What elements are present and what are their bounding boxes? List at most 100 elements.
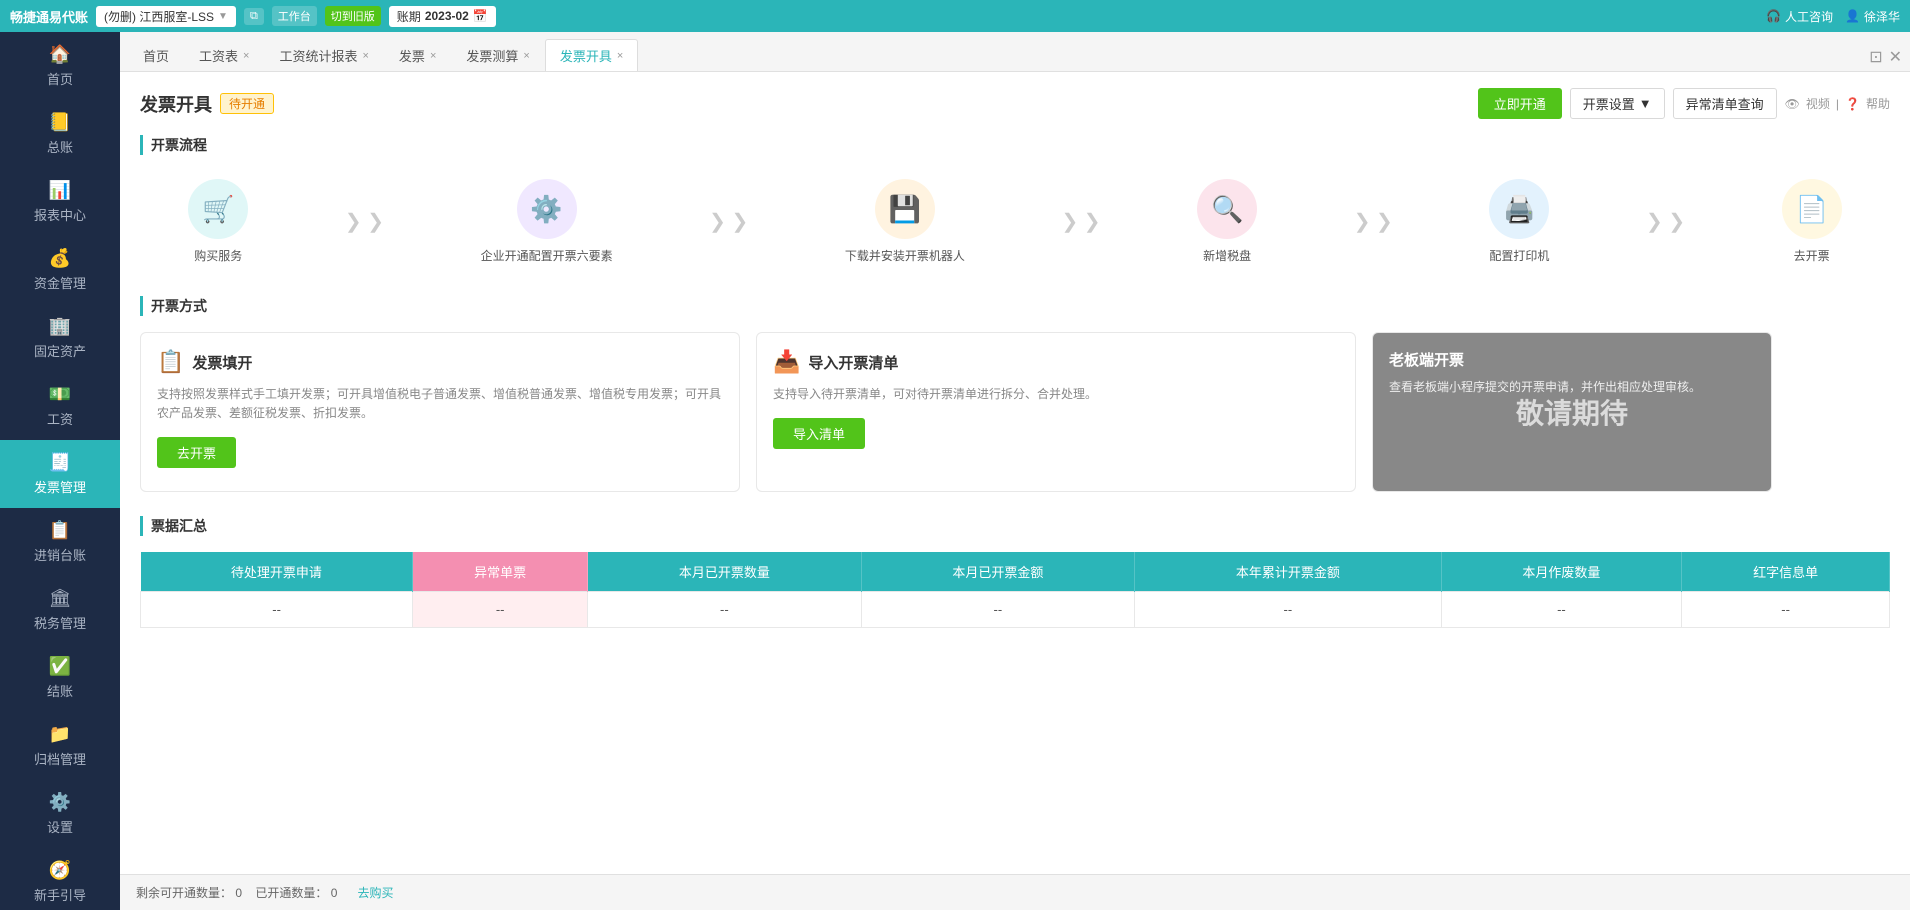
top-bar-right: 🎧 人工咨询 👤 徐泽华	[1766, 8, 1900, 25]
flow-step-buy: 🛒 购买服务	[188, 179, 248, 264]
col-red-info: 红字信息单	[1682, 552, 1890, 592]
col-month-count: 本月已开票数量	[588, 552, 862, 592]
sidebar-item-guide[interactable]: 🧭 新手引导	[0, 848, 120, 910]
tab-invoice-calc[interactable]: 发票测算 ×	[451, 39, 544, 71]
sidebar-label-purchase: 进销台账	[34, 545, 86, 564]
calendar-icon[interactable]: 📅	[473, 9, 488, 23]
view-label[interactable]: 视频	[1806, 95, 1830, 112]
tab-bar-actions: ⊡ ✕	[1869, 47, 1902, 71]
cell-pending: --	[141, 592, 413, 628]
billing-card-boss: 老板端开票 查看老板端小程序提交的开票申请，并作出相应处理审核。 敬请期待	[1372, 332, 1772, 492]
config-label: 企业开通配置开票六要素	[481, 247, 613, 264]
tab-salary[interactable]: 工资表 ×	[184, 39, 264, 71]
remaining-value: 0	[235, 886, 242, 900]
copy-icon-button[interactable]: ⧉	[244, 8, 264, 25]
sidebar-item-payroll[interactable]: 💵 工资	[0, 372, 120, 440]
eye-icon: 👁	[1785, 97, 1800, 111]
sidebar-item-capital[interactable]: 💰 资金管理	[0, 236, 120, 304]
sidebar-item-archive[interactable]: 📁 归档管理	[0, 712, 120, 780]
invoice-icon: 🧾	[49, 452, 71, 473]
open-now-button[interactable]: 立即开通	[1478, 88, 1562, 119]
archive-icon: 📁	[49, 724, 71, 745]
header-actions: 立即开通 开票设置 ▼ 异常清单查询 👁 视频 | ❓ 帮助	[1478, 88, 1890, 119]
flow-step-config: ⚙️ 企业开通配置开票六要素	[481, 179, 613, 264]
top-bar: 畅捷通易代账 (勿删) 江西服室-LSS ▼ ⧉ 工作台 切到旧版 账期 202…	[0, 0, 1910, 32]
guide-icon: 🧭	[49, 860, 71, 881]
sidebar-item-tax[interactable]: 🏛 税务管理	[0, 576, 120, 644]
sidebar-label-capital: 资金管理	[34, 273, 86, 292]
help-label[interactable]: 帮助	[1866, 95, 1890, 112]
opened-value: 0	[331, 886, 338, 900]
printer-icon: 🖨️	[1489, 179, 1549, 239]
tax-icon: 🏛	[49, 588, 72, 609]
go-open-ticket-button[interactable]: 去开票	[157, 437, 236, 468]
sidebar-item-ledger[interactable]: 📒 总账	[0, 100, 120, 168]
flow-step-download: 💾 下载并安装开票机器人	[845, 179, 965, 264]
col-year-amount: 本年累计开票金额	[1135, 552, 1441, 592]
sidebar-item-settings[interactable]: ⚙️ 设置	[0, 780, 120, 848]
tab-restore-button[interactable]: ⊡	[1869, 47, 1882, 67]
go-buy-link[interactable]: 去购买	[357, 884, 393, 901]
arrow3: ❯ ❯	[1061, 209, 1100, 234]
config-icon: ⚙️	[517, 179, 577, 239]
sidebar-label-archive: 归档管理	[34, 749, 86, 768]
flow-steps: 🛒 购买服务 ❯ ❯ ⚙️ 企业开通配置开票六要素 ❯ ❯ 💾 下载并安装开票机…	[140, 171, 1890, 272]
tab-invoice-tool-close[interactable]: ×	[617, 50, 623, 62]
import-card-icon: 📥	[773, 349, 800, 375]
page-content: 发票开具 待开通 立即开通 开票设置 ▼ 异常清单查询 👁 视频 | ❓	[120, 72, 1910, 874]
arrow1: ❯ ❯	[345, 209, 384, 234]
taxboard-label: 新增税盘	[1203, 247, 1251, 264]
import-list-button[interactable]: 导入清单	[773, 418, 865, 449]
tab-invoice-list[interactable]: 发票 ×	[384, 39, 451, 71]
tab-invoice-list-close[interactable]: ×	[430, 50, 436, 62]
bottom-bar: 剩余可开通数量： 0 已开通数量： 0 去购买	[120, 874, 1910, 910]
manual-card-icon: 📋	[157, 349, 184, 375]
opened-label: 已开通数量：	[255, 886, 327, 900]
tab-salary-close[interactable]: ×	[243, 50, 249, 62]
sidebar-item-reports[interactable]: 📊 报表中心	[0, 168, 120, 236]
billing-card-manual: 📋 发票填开 支持按照发票样式手工填开发票；可开具增值税电子普通发票、增值税普通…	[140, 332, 740, 492]
tab-salary-report-label: 工资统计报表	[279, 46, 357, 65]
workbench-button[interactable]: 工作台	[272, 6, 317, 26]
tab-invoice-calc-close[interactable]: ×	[523, 50, 529, 62]
sidebar-item-purchase[interactable]: 📋 进销台账	[0, 508, 120, 576]
boss-card-title: 老板端开票	[1389, 349, 1755, 370]
switch-old-button[interactable]: 切到旧版	[325, 6, 381, 26]
cell-red-info: --	[1682, 592, 1890, 628]
cell-abnormal: --	[413, 592, 588, 628]
sidebar-item-settlement[interactable]: ✅ 结账	[0, 644, 120, 712]
import-desc: 支持导入待开票清单，可对待开票清单进行拆分、合并处理。	[773, 385, 1339, 404]
abnormal-query-button[interactable]: 异常清单查询	[1673, 88, 1777, 119]
company-selector[interactable]: (勿删) 江西服室-LSS ▼	[96, 6, 236, 27]
company-dropdown-icon: ▼	[218, 11, 228, 22]
tab-close-all-button[interactable]: ✕	[1889, 47, 1902, 67]
billing-card-import: 📥 导入开票清单 支持导入待开票清单，可对待开票清单进行拆分、合并处理。 导入清…	[756, 332, 1356, 492]
home-icon: 🏠	[49, 44, 71, 65]
cell-void-count: --	[1441, 592, 1682, 628]
tab-salary-report[interactable]: 工资统计报表 ×	[264, 39, 383, 71]
download-icon: 💾	[875, 179, 935, 239]
billing-methods: 📋 发票填开 支持按照发票样式手工填开发票；可开具增值税电子普通发票、增值税普通…	[140, 332, 1890, 492]
sidebar-item-invoice[interactable]: 🧾 发票管理	[0, 440, 120, 508]
sidebar-label-ledger: 总账	[47, 137, 73, 156]
arrow2: ❯ ❯	[709, 209, 748, 234]
page-header: 发票开具 待开通 立即开通 开票设置 ▼ 异常清单查询 👁 视频 | ❓	[140, 88, 1890, 119]
user-menu[interactable]: 👤 徐泽华	[1845, 8, 1900, 25]
billing-card-import-title: 📥 导入开票清单	[773, 349, 1339, 375]
flow-step-go-ticket: 📄 去开票	[1782, 179, 1842, 264]
summary-section-title: 票据汇总	[140, 516, 1890, 536]
tab-home[interactable]: 首页	[128, 39, 184, 71]
sidebar-item-home[interactable]: 🏠 首页	[0, 32, 120, 100]
col-pending: 待处理开票申请	[141, 552, 413, 592]
company-name: (勿删) 江西服室-LSS	[104, 8, 214, 25]
summary-header-row: 待处理开票申请 异常单票 本月已开票数量 本月已开票金额 本年累计开票金额 本月…	[141, 552, 1890, 592]
sidebar-item-assets[interactable]: 🏢 固定资产	[0, 304, 120, 372]
tab-salary-report-close[interactable]: ×	[362, 50, 368, 62]
col-month-amount: 本月已开票金额	[861, 552, 1135, 592]
open-settings-button[interactable]: 开票设置 ▼	[1570, 88, 1665, 119]
support-link[interactable]: 🎧 人工咨询	[1766, 8, 1833, 25]
user-avatar-icon: 👤	[1845, 9, 1860, 23]
open-settings-label: 开票设置	[1583, 94, 1635, 113]
tab-invoice-tool[interactable]: 发票开具 ×	[545, 39, 638, 71]
remaining-info: 剩余可开通数量： 0 已开通数量： 0	[136, 884, 337, 901]
